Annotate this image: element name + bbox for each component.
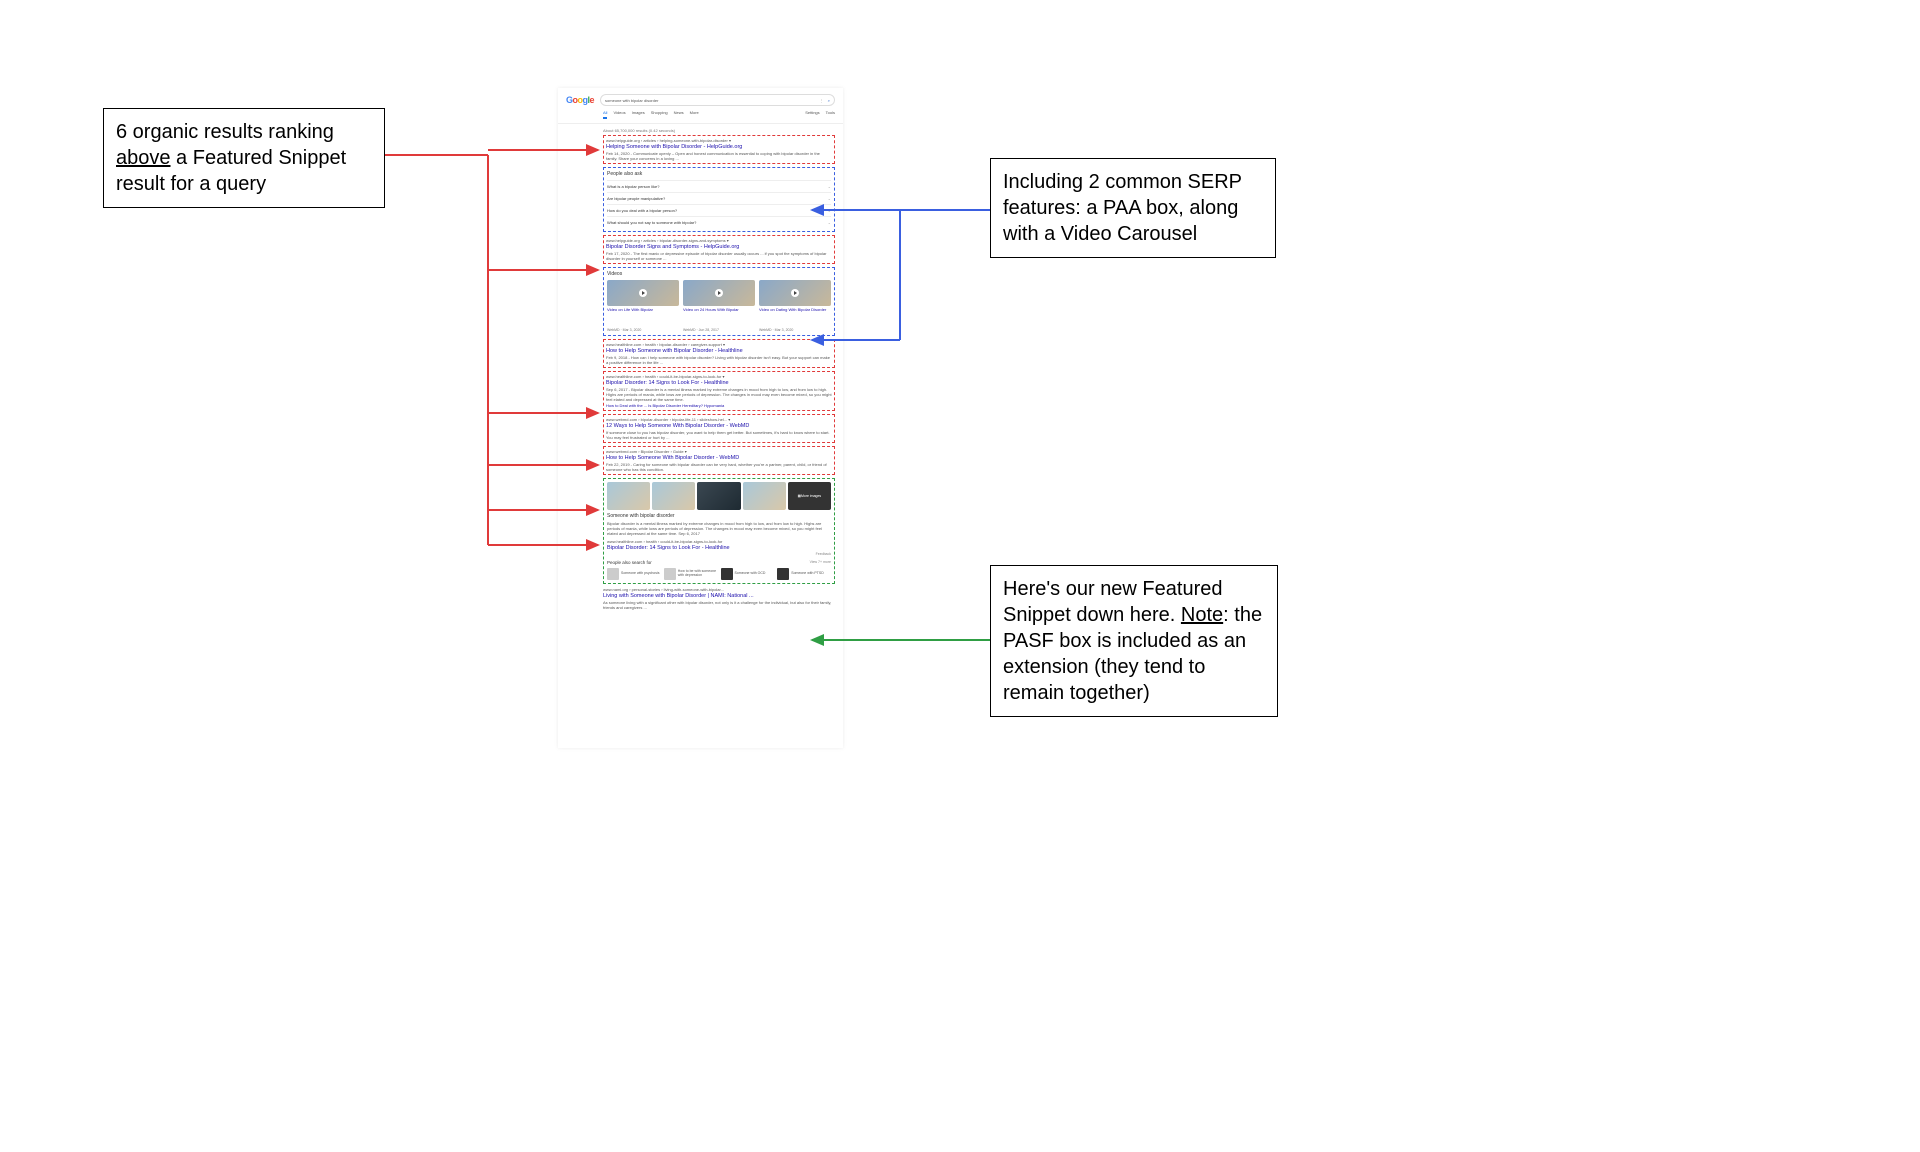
tab-shopping[interactable]: Shopping bbox=[651, 110, 668, 119]
paa-question[interactable]: What should you not say to someone with … bbox=[607, 216, 831, 228]
fs-source-url: www.healthline.com › health › could-it-b… bbox=[607, 539, 831, 544]
video-carousel: Videos Video on Life With BipolarWebMD ·… bbox=[603, 267, 835, 336]
fs-more-images[interactable]: ▦ More images bbox=[788, 482, 831, 510]
organic-result-3[interactable]: www.healthline.com › health › bipolar-di… bbox=[603, 339, 835, 368]
google-logo: Google bbox=[566, 95, 594, 105]
search-box[interactable]: someone with bipolar disorder ⋮ ⌕ bbox=[600, 94, 835, 106]
play-icon bbox=[791, 289, 799, 297]
organic-result-6[interactable]: www.webmd.com › Bipolar Disorder › Guide… bbox=[603, 446, 835, 475]
tab-settings[interactable]: Settings bbox=[805, 110, 819, 119]
tab-all[interactable]: All bbox=[603, 110, 607, 119]
pasf-item[interactable]: Someone with OCD bbox=[721, 568, 775, 580]
fs-image[interactable] bbox=[743, 482, 786, 510]
search-tabs: All Videos Images Shopping News More Settings T… bbox=[558, 108, 843, 124]
search-query-text: someone with bipolar disorder bbox=[605, 98, 658, 103]
chevron-down-icon: ⌄ bbox=[828, 220, 831, 225]
organic-result-5[interactable]: www.webmd.com › bipolar-disorder › bipol… bbox=[603, 414, 835, 443]
tab-videos[interactable]: Videos bbox=[613, 110, 625, 119]
fs-text: Bipolar disorder is a mental illness mar… bbox=[607, 521, 831, 536]
fs-image[interactable] bbox=[607, 482, 650, 510]
organic-result-7[interactable]: www.nami.org › personal-stories › living… bbox=[603, 587, 835, 610]
pasf-more[interactable]: View 7+ more bbox=[810, 560, 831, 564]
serp-screenshot: Google someone with bipolar disorder ⋮ ⌕… bbox=[558, 88, 843, 748]
pasf-title: People also search for bbox=[607, 560, 652, 565]
video-card[interactable]: Video on 24 Hours With BipolarWebMD · Ju… bbox=[683, 280, 755, 332]
fs-image[interactable] bbox=[652, 482, 695, 510]
organic-result-2[interactable]: www.helpguide.org › articles › bipolar-d… bbox=[603, 235, 835, 264]
play-icon bbox=[715, 289, 723, 297]
videos-title: Videos bbox=[607, 271, 831, 277]
organic-result-4[interactable]: www.healthline.com › health › could-it-b… bbox=[603, 371, 835, 411]
tab-tools[interactable]: Tools bbox=[826, 110, 835, 119]
result-stats: About 65,700,000 results (0.42 seconds) bbox=[603, 128, 835, 133]
pasf-item[interactable]: Someone with psychosis bbox=[607, 568, 661, 580]
paa-question[interactable]: Are bipolar people manipulative?⌄ bbox=[607, 192, 831, 204]
organic-result-1[interactable]: www.helpguide.org › articles › helping-s… bbox=[603, 135, 835, 164]
video-card[interactable]: Video on Dating With Bipolar DisorderWeb… bbox=[759, 280, 831, 332]
annotation-left: 6 organic results ranking above a Featur… bbox=[103, 108, 385, 208]
paa-question[interactable]: What is a bipolar person like?⌄ bbox=[607, 180, 831, 192]
paa-box: People also ask What is a bipolar person… bbox=[603, 167, 835, 232]
annotation-right-bottom: Here's our new Featured Snippet down her… bbox=[990, 565, 1278, 717]
play-icon bbox=[639, 289, 647, 297]
chevron-down-icon: ⌄ bbox=[828, 184, 831, 189]
paa-title: People also ask bbox=[607, 171, 831, 177]
tab-images[interactable]: Images bbox=[632, 110, 645, 119]
chevron-down-icon: ⌄ bbox=[828, 196, 831, 201]
pasf-item[interactable]: Someone with PTSD bbox=[777, 568, 831, 580]
mic-icon[interactable]: ⋮ bbox=[820, 98, 824, 103]
tab-more[interactable]: More bbox=[690, 110, 699, 119]
chevron-down-icon: ⌄ bbox=[828, 208, 831, 213]
fs-source-title[interactable]: Bipolar Disorder: 14 Signs to Look For -… bbox=[607, 545, 831, 551]
tab-news[interactable]: News bbox=[674, 110, 684, 119]
fs-heading: Someone with bipolar disorder bbox=[607, 513, 831, 519]
paa-question[interactable]: How do you deal with a bipolar person?⌄ bbox=[607, 204, 831, 216]
video-card[interactable]: Video on Life With BipolarWebMD · Mar 3,… bbox=[607, 280, 679, 332]
fs-image[interactable] bbox=[697, 482, 740, 510]
pasf-item[interactable]: How to be with someone with depression bbox=[664, 568, 718, 580]
search-icon[interactable]: ⌕ bbox=[828, 98, 830, 103]
annotation-right-top: Including 2 common SERP features: a PAA … bbox=[990, 158, 1276, 258]
featured-snippet: ▦ More images Someone with bipolar disor… bbox=[603, 478, 835, 584]
